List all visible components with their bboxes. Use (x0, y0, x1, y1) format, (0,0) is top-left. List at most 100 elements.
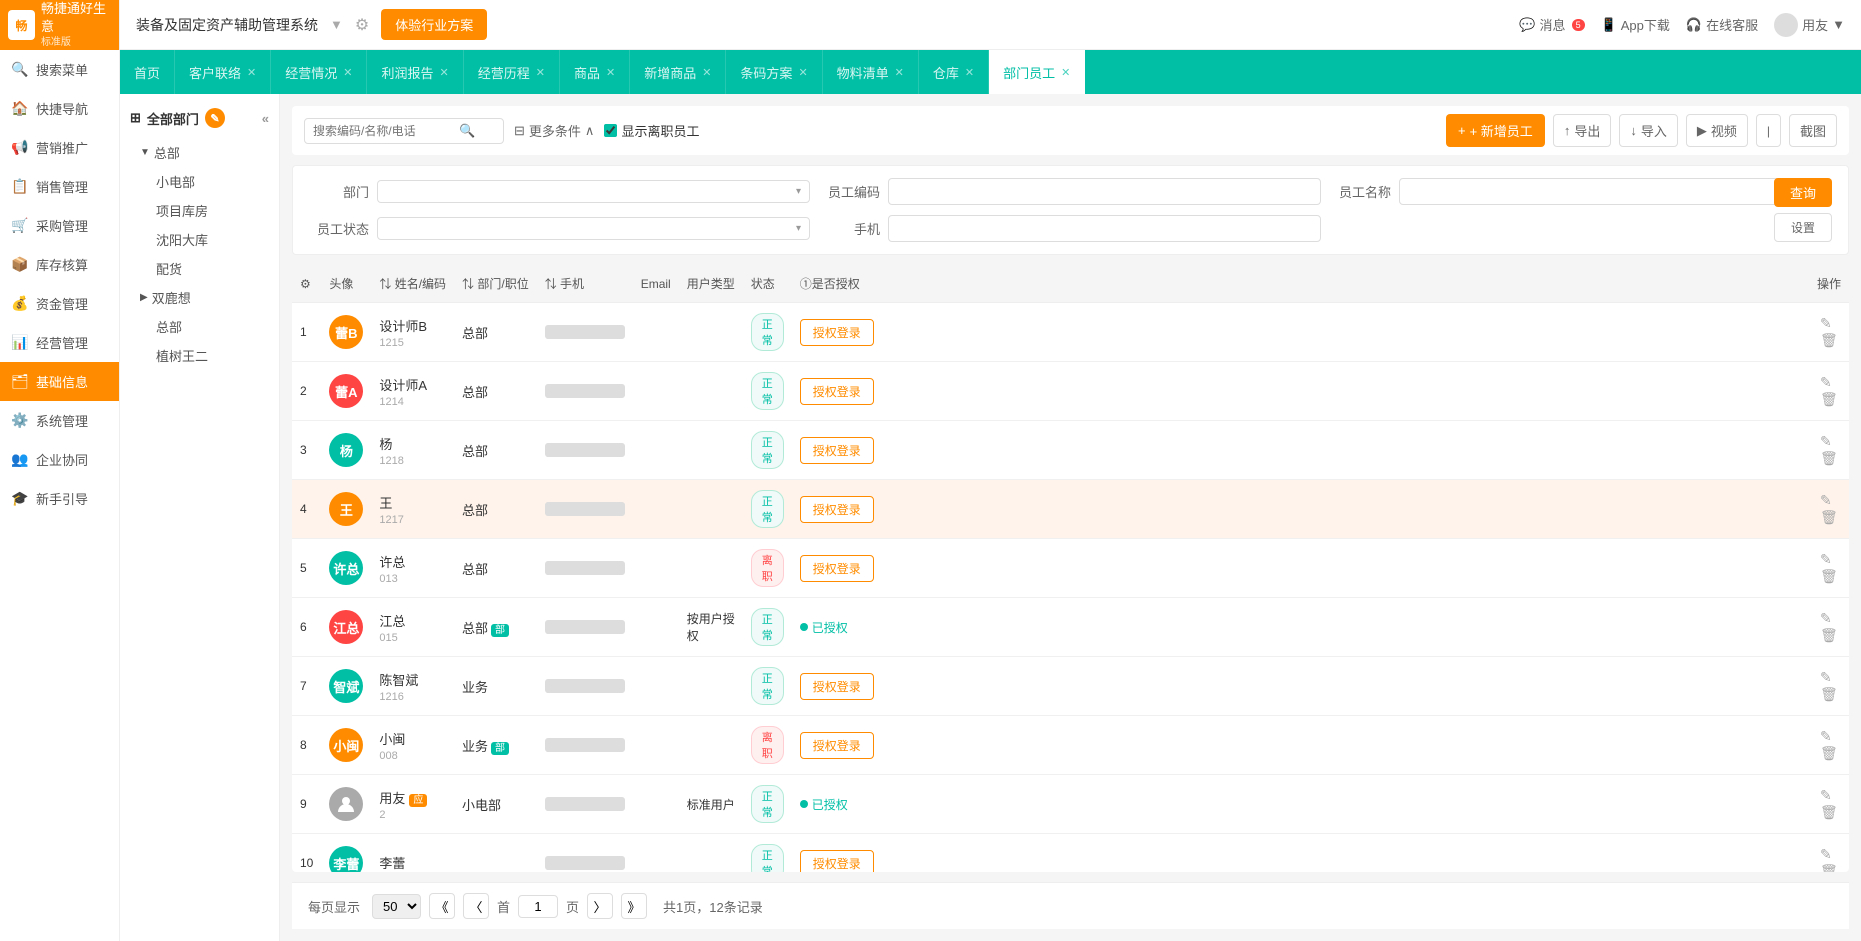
trial-button[interactable]: 体验行业方案 (381, 9, 487, 40)
emp-name-input[interactable] (1399, 178, 1832, 205)
tab-history[interactable]: 经营历程✕ (464, 50, 560, 94)
tab-customer[interactable]: 客户联络✕ (175, 50, 271, 94)
messages-btn[interactable]: 💬 消息 5 (1519, 15, 1584, 34)
edit-btn[interactable]: ✎ (1817, 669, 1835, 685)
per-page-select[interactable]: 50 (372, 894, 421, 919)
col-phone[interactable]: ⇅ 手机 (537, 265, 633, 303)
dept-child-project[interactable]: 项目库房 (120, 196, 279, 225)
delete-btn[interactable]: 🗑 (1817, 804, 1841, 820)
delete-btn[interactable]: 🗑 (1817, 745, 1841, 761)
tab-goods[interactable]: 商品✕ (560, 50, 630, 94)
reset-button[interactable]: 设置 (1774, 213, 1832, 242)
edit-btn[interactable]: ✎ (1817, 787, 1835, 803)
delete-btn[interactable]: 🗑 (1817, 568, 1841, 584)
tab-profit[interactable]: 利润报告✕ (367, 50, 463, 94)
tab-home[interactable]: 首页 (120, 50, 175, 94)
delete-btn[interactable]: 🗑 (1817, 450, 1841, 466)
prev-page-btn[interactable]: 〈 (463, 893, 489, 919)
dept-select[interactable]: ▾ (377, 180, 810, 203)
edit-btn[interactable]: ✎ (1817, 433, 1835, 449)
sidebar-item-collab[interactable]: 👥 企业协同 (0, 440, 119, 479)
dept-edit-btn[interactable]: ✎ (205, 108, 225, 128)
app-download-btn[interactable]: 📱 App下载 (1601, 15, 1670, 34)
sidebar-item-guide[interactable]: 🎓 新手引导 (0, 479, 119, 518)
more-button[interactable]: | (1756, 114, 1781, 147)
sidebar-item-system[interactable]: ⚙️ 系统管理 (0, 401, 119, 440)
sidebar-item-purchase[interactable]: 🛒 采购管理 (0, 206, 119, 245)
auth-button[interactable]: 授权登录 (800, 437, 874, 464)
dept-child-xiaodian[interactable]: 小电部 (120, 167, 279, 196)
emp-code-input[interactable] (888, 178, 1321, 205)
auth-button[interactable]: 授权登录 (800, 378, 874, 405)
phone-input[interactable] (888, 215, 1321, 242)
auth-button[interactable]: 授权登录 (800, 673, 874, 700)
dept-child-shenyang[interactable]: 沈阳大库 (120, 225, 279, 254)
delete-btn[interactable]: 🗑 (1817, 686, 1841, 702)
edit-btn[interactable]: ✎ (1817, 374, 1835, 390)
query-button[interactable]: 查询 (1774, 178, 1832, 207)
tab-bom[interactable]: 物料清单✕ (823, 50, 919, 94)
delete-btn[interactable]: 🗑 (1817, 332, 1841, 348)
tab-close-new-goods[interactable]: ✕ (702, 66, 711, 79)
tab-close-bom[interactable]: ✕ (895, 66, 904, 79)
edit-btn[interactable]: ✎ (1817, 551, 1835, 567)
tab-close-barcode[interactable]: ✕ (798, 66, 807, 79)
dept-collapse-btn[interactable]: « (262, 111, 269, 126)
edit-btn[interactable]: ✎ (1817, 728, 1835, 744)
screenshot-button[interactable]: 截图 (1789, 114, 1837, 147)
dept-group-double[interactable]: ▶ 双鹿想 (120, 283, 279, 312)
delete-btn[interactable]: 🗑 (1817, 509, 1841, 525)
tab-employees[interactable]: 部门员工✕ (989, 50, 1085, 94)
auth-button[interactable]: 授权登录 (800, 732, 874, 759)
import-button[interactable]: ↓ 导入 (1619, 114, 1678, 147)
auth-button[interactable]: 授权登录 (800, 319, 874, 346)
status-select[interactable]: ▾ (377, 217, 810, 240)
auth-button[interactable]: 授权登录 (800, 555, 874, 582)
dept-child-delivery[interactable]: 配货 (120, 254, 279, 283)
dept-group-general-title[interactable]: ▼ 总部 (120, 138, 279, 167)
col-settings[interactable]: ⚙ (292, 265, 321, 303)
tab-close-profit[interactable]: ✕ (440, 66, 449, 79)
edit-btn[interactable]: ✎ (1817, 610, 1835, 626)
tab-warehouse[interactable]: 仓库✕ (919, 50, 989, 94)
export-button[interactable]: ↑ 导出 (1553, 114, 1612, 147)
tab-close-goods[interactable]: ✕ (606, 66, 615, 79)
search-input[interactable] (313, 124, 453, 138)
sidebar-item-quicknav[interactable]: 🏠 快捷导航 (0, 89, 119, 128)
sidebar-item-search[interactable]: 🔍 搜索菜单 (0, 50, 119, 89)
next-page-btn[interactable]: 〉 (587, 893, 613, 919)
sidebar-item-sales[interactable]: 📋 销售管理 (0, 167, 119, 206)
more-filter-btn[interactable]: ⊟ 更多条件 ∧ (514, 121, 594, 140)
tab-close-warehouse[interactable]: ✕ (965, 66, 974, 79)
tab-new-goods[interactable]: 新增商品✕ (630, 50, 726, 94)
online-service-btn[interactable]: 🎧 在线客服 (1686, 15, 1758, 34)
dept-child-general[interactable]: 总部 (120, 312, 279, 341)
tab-barcode[interactable]: 条码方案✕ (726, 50, 822, 94)
delete-btn[interactable]: 🗑 (1817, 863, 1841, 872)
delete-btn[interactable]: 🗑 (1817, 391, 1841, 407)
sidebar-item-finance[interactable]: 💰 资金管理 (0, 284, 119, 323)
show-resigned-wrap[interactable]: 显示离职员工 (604, 121, 699, 140)
col-dept[interactable]: ⇅ 部门/职位 (454, 265, 537, 303)
tab-close-employees[interactable]: ✕ (1061, 66, 1070, 79)
auth-button[interactable]: 授权登录 (800, 850, 874, 873)
edit-btn[interactable]: ✎ (1817, 492, 1835, 508)
title-dropdown-arrow[interactable]: ▼ (330, 17, 343, 32)
tab-close-operations[interactable]: ✕ (343, 66, 352, 79)
page-number-input[interactable] (518, 895, 558, 918)
delete-btn[interactable]: 🗑 (1817, 627, 1841, 643)
edit-btn[interactable]: ✎ (1817, 315, 1835, 331)
first-page-btn[interactable]: 《 (429, 893, 455, 919)
settings-icon[interactable]: ⚙ (355, 15, 369, 35)
user-menu[interactable]: 用友 ▼ (1774, 13, 1845, 37)
edit-btn[interactable]: ✎ (1817, 846, 1835, 862)
tab-close-history[interactable]: ✕ (536, 66, 545, 79)
sidebar-item-inventory[interactable]: 📦 库存核算 (0, 245, 119, 284)
view-button[interactable]: ▶ 视频 (1686, 114, 1748, 147)
dept-child-plant[interactable]: 植树王二 (120, 341, 279, 370)
sidebar-item-basic[interactable]: 🗂 基础信息 (0, 362, 119, 401)
search-input-wrap[interactable]: 🔍 (304, 118, 504, 144)
last-page-btn[interactable]: 》 (621, 893, 647, 919)
auth-button[interactable]: 授权登录 (800, 496, 874, 523)
show-resigned-checkbox[interactable] (604, 124, 617, 137)
